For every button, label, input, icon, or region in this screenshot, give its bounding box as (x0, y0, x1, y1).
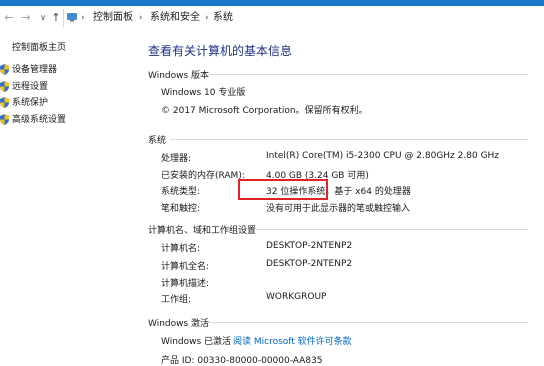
sidebar-item-label: 远程设置 (12, 82, 49, 92)
page-title: 查看有关计算机的基本信息 (148, 44, 293, 58)
computer-name-value: DESKTOP-2NTENP2 (266, 241, 353, 251)
pen-touch-value: 没有可用于此显示器的笔或触控输入 (266, 204, 411, 214)
computer-name-label: 计算机名: (161, 244, 201, 254)
sidebar-item-device-manager[interactable]: 设备管理器 (0, 63, 130, 77)
processor-label: 处理器: (161, 154, 192, 164)
system-section-title: 系统 (148, 136, 167, 146)
processor-value: Intel(R) Core(TM) i5-2300 CPU @ 2.80GHz … (266, 151, 500, 161)
breadcrumb-arrow-icon: › (81, 13, 85, 23)
workgroup-label: 工作组: (161, 295, 192, 305)
workgroup-value: WORKGROUP (266, 292, 327, 302)
breadcrumb-system[interactable]: 系统 (213, 11, 233, 25)
full-name-label: 计算机全名: (161, 262, 210, 272)
sidebar-item-label: 设备管理器 (12, 65, 58, 75)
activation-section-title: Windows 激活 (148, 319, 210, 329)
edition-name: Windows 10 专业版 (161, 88, 246, 98)
pen-touch-label: 笔和触控: (161, 204, 201, 214)
sidebar-item-remote-settings[interactable]: 远程设置 (0, 80, 130, 94)
breadcrumb-control-panel[interactable]: 控制面板 (93, 11, 133, 25)
section-divider (208, 74, 528, 75)
sidebar-item-system-protection[interactable]: 系统保护 (0, 96, 130, 110)
shield-icon (0, 97, 9, 108)
full-name-value: DESKTOP-2NTENP2 (266, 259, 353, 269)
address-bar: ← → ∨ ↑ › 控制面板 › 系统和安全 › 系统 (0, 6, 544, 30)
license-terms-link[interactable]: 阅读 Microsoft 软件许可条款 (233, 334, 352, 347)
section-divider (256, 229, 528, 230)
sidebar-home-link[interactable]: 控制面板主页 (12, 40, 66, 53)
highlight-annotation-box (238, 179, 328, 200)
breadcrumb-arrow-icon: › (205, 13, 209, 23)
sidebar-item-advanced-settings[interactable]: 高级系统设置 (0, 113, 130, 127)
system-type-label: 系统类型: (161, 187, 201, 197)
up-button[interactable]: ↑ (49, 10, 63, 26)
memory-label: 已安装的内存(RAM): (161, 171, 245, 181)
sidebar: 控制面板主页 设备管理器 远程设置 系统保护 高级系统设置 (0, 30, 130, 360)
breadcrumb-system-security[interactable]: 系统和安全 (150, 11, 200, 25)
recent-locations-button[interactable]: ∨ (36, 10, 50, 26)
address-separator (63, 9, 64, 27)
description-label: 计算机描述: (161, 279, 210, 289)
activation-status: Windows 已激活 (161, 337, 232, 347)
back-button[interactable]: ← (2, 10, 16, 26)
breadcrumb-arrow-icon: › (139, 13, 143, 23)
control-panel-icon (67, 13, 77, 22)
copyright-text: © 2017 Microsoft Corporation。保留所有权利。 (161, 106, 368, 116)
shield-icon (0, 114, 9, 125)
forward-button[interactable]: → (19, 10, 33, 26)
section-divider (170, 139, 528, 140)
sidebar-item-label: 系统保护 (12, 98, 49, 108)
main-content: 查看有关计算机的基本信息 Windows 版本 Windows 10 专业版 ©… (130, 30, 544, 366)
computer-section-title: 计算机名、域和工作组设置 (148, 226, 257, 236)
edition-section-title: Windows 版本 (148, 71, 210, 81)
sidebar-item-label: 高级系统设置 (12, 115, 67, 125)
shield-icon (0, 64, 9, 75)
section-divider (207, 322, 528, 323)
shield-icon (0, 81, 9, 92)
